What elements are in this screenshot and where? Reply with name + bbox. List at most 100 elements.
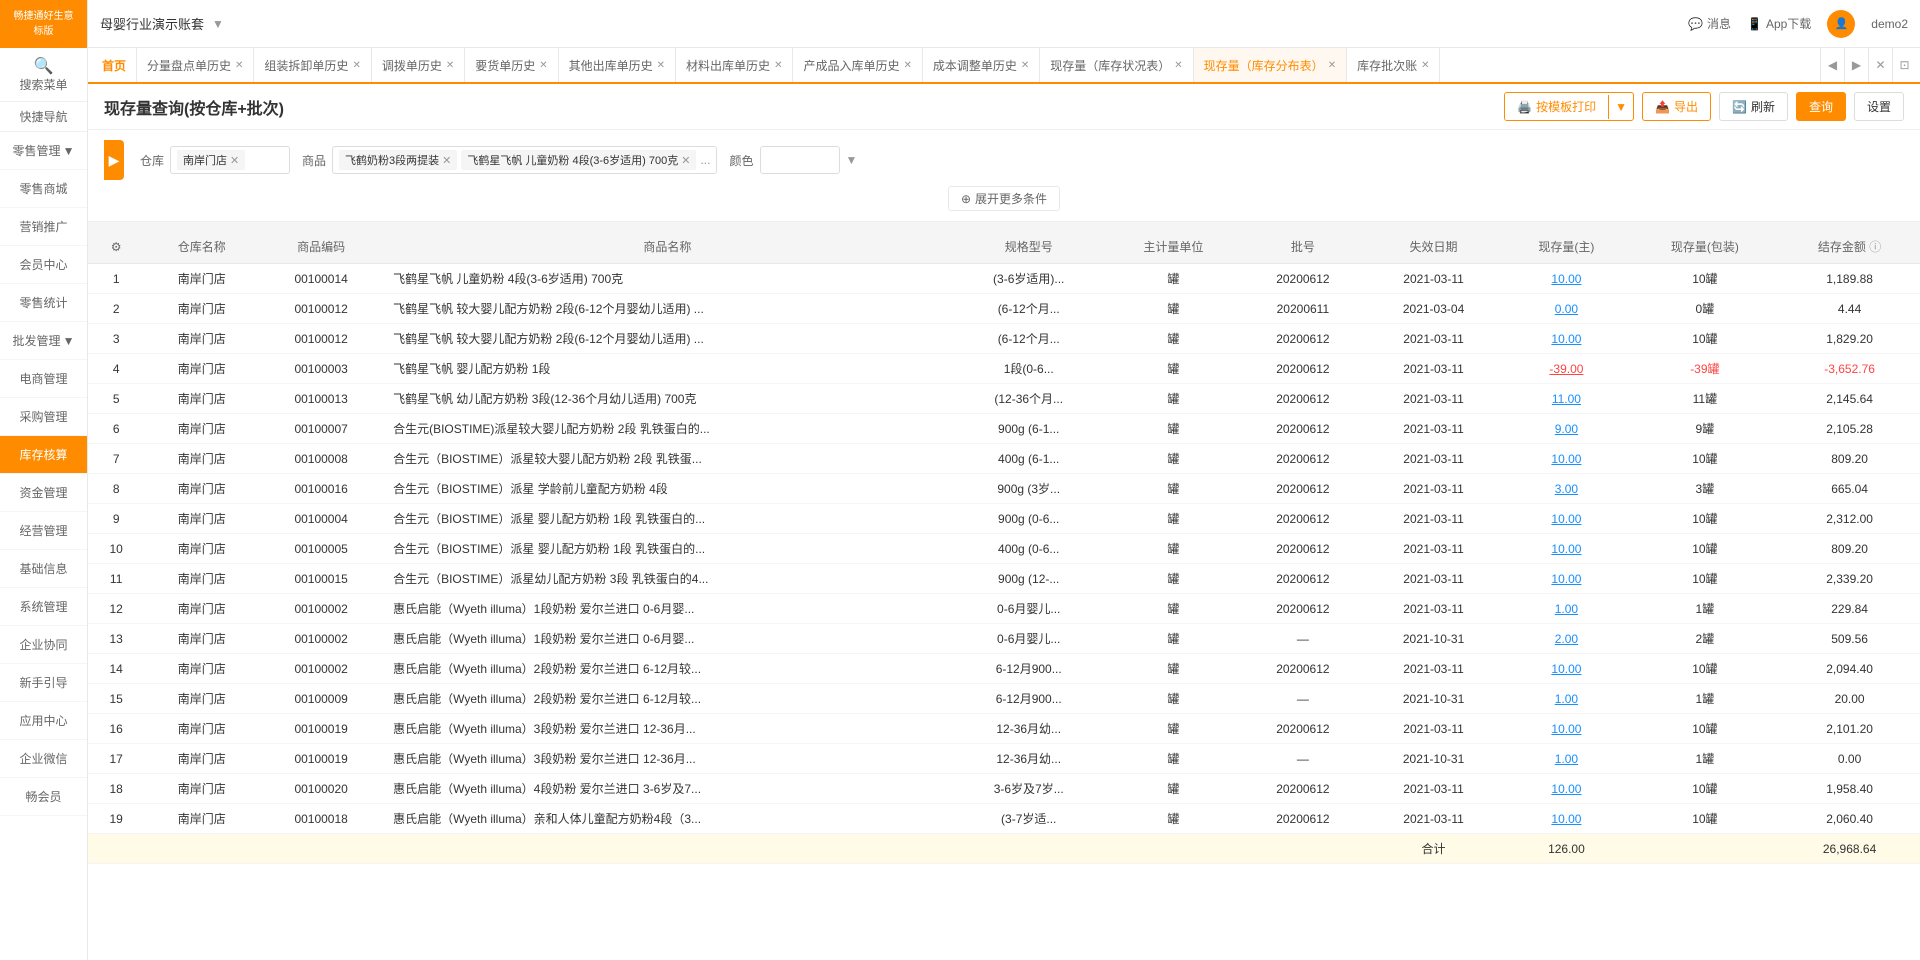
tab-transfer[interactable]: 调拨单历史 ✕ <box>372 48 465 83</box>
table-cell[interactable]: 11.00 <box>1502 384 1630 414</box>
sidebar-item-retail[interactable]: 零售管理 ▼ <box>0 132 87 170</box>
quick-nav[interactable]: 快捷导航 <box>0 102 87 132</box>
tab-prev-btn[interactable]: ◀ <box>1820 48 1844 83</box>
summary-cell <box>1241 834 1365 864</box>
tab-close-stock-status[interactable]: ✕ <box>1174 60 1182 71</box>
sidebar-item-system[interactable]: 系统管理 <box>0 588 87 626</box>
tab-close-batch-voucher[interactable]: ✕ <box>1421 60 1429 71</box>
sidebar-item-enterprise[interactable]: 企业协同 <box>0 626 87 664</box>
sidebar-item-basic[interactable]: 基础信息 <box>0 550 87 588</box>
table-cell[interactable]: 1.00 <box>1502 594 1630 624</box>
sidebar-item-member[interactable]: 会员中心 <box>0 246 87 284</box>
tab-close-all-btn[interactable]: ✕ <box>1868 48 1892 83</box>
table-cell[interactable]: 10.00 <box>1502 504 1630 534</box>
export-btn[interactable]: 📤 导出 <box>1642 92 1711 121</box>
sidebar-item-enterprise-wechat[interactable]: 企业微信 <box>0 740 87 778</box>
table-cell[interactable]: 10.00 <box>1502 324 1630 354</box>
table-cell[interactable]: 10.00 <box>1502 564 1630 594</box>
tab-home[interactable]: 首页 <box>92 48 137 83</box>
table-cell[interactable]: 1.00 <box>1502 744 1630 774</box>
sidebar-item-app-center[interactable]: 应用中心 <box>0 702 87 740</box>
messages-btn[interactable]: 💬 消息 <box>1688 15 1731 32</box>
user-avatar[interactable]: 👤 <box>1827 10 1855 38</box>
org-dropdown-icon[interactable]: ▼ <box>212 17 224 31</box>
tab-next-btn[interactable]: ▶ <box>1844 48 1868 83</box>
table-cell[interactable]: -39.00 <box>1502 354 1630 384</box>
table-cell: 南岸门店 <box>144 534 259 564</box>
table-cell[interactable]: 1.00 <box>1502 684 1630 714</box>
table-cell[interactable]: 10.00 <box>1502 444 1630 474</box>
tab-stock-status[interactable]: 现存量（库存状况表） ✕ <box>1040 48 1193 83</box>
sidebar-item-inventory[interactable]: 库存核算 <box>0 436 87 474</box>
table-cell[interactable]: 2.00 <box>1502 624 1630 654</box>
sidebar-item-ops[interactable]: 经营管理 <box>0 512 87 550</box>
color-dropdown-icon[interactable]: ▼ <box>846 153 858 167</box>
sidebar-item-finance[interactable]: 资金管理 <box>0 474 87 512</box>
tab-close-product-in[interactable]: ✕ <box>903 60 911 71</box>
tab-material-out[interactable]: 材料出库单历史 ✕ <box>676 48 793 83</box>
tab-close-requisition[interactable]: ✕ <box>539 60 547 71</box>
table-cell: 惠氏启能（Wyeth illuma）4段奶粉 爱尔兰进口 3-6岁及7... <box>383 774 952 804</box>
sidebar-item-marketing[interactable]: 营销推广 <box>0 208 87 246</box>
table-cell[interactable]: 10.00 <box>1502 714 1630 744</box>
table-cell: 00100012 <box>259 324 383 354</box>
table-cell[interactable]: 0.00 <box>1502 294 1630 324</box>
tab-close-cost-adjust[interactable]: ✕ <box>1021 60 1029 71</box>
table-cell: 665.04 <box>1779 474 1920 504</box>
tab-close-other-out[interactable]: ✕ <box>657 60 665 71</box>
tab-disassemble[interactable]: 组装拆卸单历史 ✕ <box>254 48 371 83</box>
table-cell: 00100003 <box>259 354 383 384</box>
sidebar-item-wholesale[interactable]: 批发管理 ▼ <box>0 322 87 360</box>
query-btn[interactable]: 查询 <box>1796 92 1846 121</box>
warehouse-tag-remove[interactable]: ✕ <box>230 154 239 167</box>
sidebar-item-purchase[interactable]: 采购管理 <box>0 398 87 436</box>
expand-more-btn[interactable]: ⊕ 展开更多条件 <box>948 186 1060 211</box>
tab-requisition[interactable]: 要货单历史 ✕ <box>465 48 558 83</box>
tab-close-disassemble[interactable]: ✕ <box>352 60 360 71</box>
tab-close-stock-dist[interactable]: ✕ <box>1328 60 1336 71</box>
settings-btn[interactable]: 设置 <box>1854 92 1904 121</box>
table-cell: 合生元(BIOSTIME)派星较大婴儿配方奶粉 2段 乳铁蛋白的... <box>383 414 952 444</box>
expand-left-btn[interactable]: ▶ <box>104 140 124 180</box>
table-cell: 南岸门店 <box>144 684 259 714</box>
warehouse-tag-group[interactable]: 南岸门店 ✕ <box>170 146 290 174</box>
product-label: 商品 <box>302 152 326 169</box>
product-tag-more[interactable]: ... <box>700 153 710 167</box>
sidebar-item-member-card[interactable]: 畅会员 <box>0 778 87 816</box>
table-cell[interactable]: 10.00 <box>1502 774 1630 804</box>
th-settings[interactable]: ⚙ <box>88 230 144 264</box>
table-cell[interactable]: 10.00 <box>1502 654 1630 684</box>
sidebar-item-guide[interactable]: 新手引导 <box>0 664 87 702</box>
table-cell: 飞鹤星飞帆 儿童奶粉 4段(3-6岁适用) 700克 <box>383 264 952 294</box>
table-cell[interactable]: 3.00 <box>1502 474 1630 504</box>
product-tag-0-remove[interactable]: ✕ <box>442 154 451 167</box>
tab-close-split-inventory[interactable]: ✕ <box>235 60 243 71</box>
print-dropdown-btn[interactable]: ▼ <box>1608 95 1633 119</box>
tab-expand-btn[interactable]: ⊡ <box>1892 48 1916 83</box>
table-cell[interactable]: 9.00 <box>1502 414 1630 444</box>
product-tag-group[interactable]: 飞鹤奶粉3段两提装 ✕ 飞鹤星飞帆 儿童奶粉 4段(3-6岁适用) 700克 ✕… <box>332 146 717 174</box>
table-cell[interactable]: 10.00 <box>1502 804 1630 834</box>
table-cell[interactable]: 10.00 <box>1502 534 1630 564</box>
tab-close-transfer[interactable]: ✕ <box>446 60 454 71</box>
tab-close-material-out[interactable]: ✕ <box>774 60 782 71</box>
tab-cost-adjust[interactable]: 成本调整单历史 ✕ <box>923 48 1040 83</box>
tab-split-inventory[interactable]: 分量盘点单历史 ✕ <box>137 48 254 83</box>
sidebar-item-retail-stats[interactable]: 零售统计 <box>0 284 87 322</box>
tab-other-out[interactable]: 其他出库单历史 ✕ <box>559 48 676 83</box>
tab-batch-voucher[interactable]: 库存批次账 ✕ <box>1347 48 1440 83</box>
refresh-btn[interactable]: 🔄 刷新 <box>1719 92 1788 121</box>
tab-product-in[interactable]: 产成品入库单历史 ✕ <box>793 48 922 83</box>
product-tag-1-remove[interactable]: ✕ <box>681 154 690 167</box>
sidebar-item-ecom[interactable]: 电商管理 <box>0 360 87 398</box>
search-menu[interactable]: 🔍 搜索菜单 <box>0 48 87 102</box>
username[interactable]: demo2 <box>1871 17 1908 31</box>
org-name[interactable]: 母婴行业演示账套 <box>100 14 204 33</box>
tab-stock-dist[interactable]: 现存量（库存分布表） ✕ <box>1194 48 1347 83</box>
sidebar-item-retail-shop[interactable]: 零售商城 <box>0 170 87 208</box>
color-tag-group[interactable] <box>760 146 840 174</box>
table-cell[interactable]: 10.00 <box>1502 264 1630 294</box>
amount-info-icon[interactable]: ⓘ <box>1869 240 1881 254</box>
print-btn[interactable]: 🖨️ 按模板打印 <box>1505 93 1608 120</box>
app-download-btn[interactable]: 📱 App下载 <box>1747 15 1811 32</box>
